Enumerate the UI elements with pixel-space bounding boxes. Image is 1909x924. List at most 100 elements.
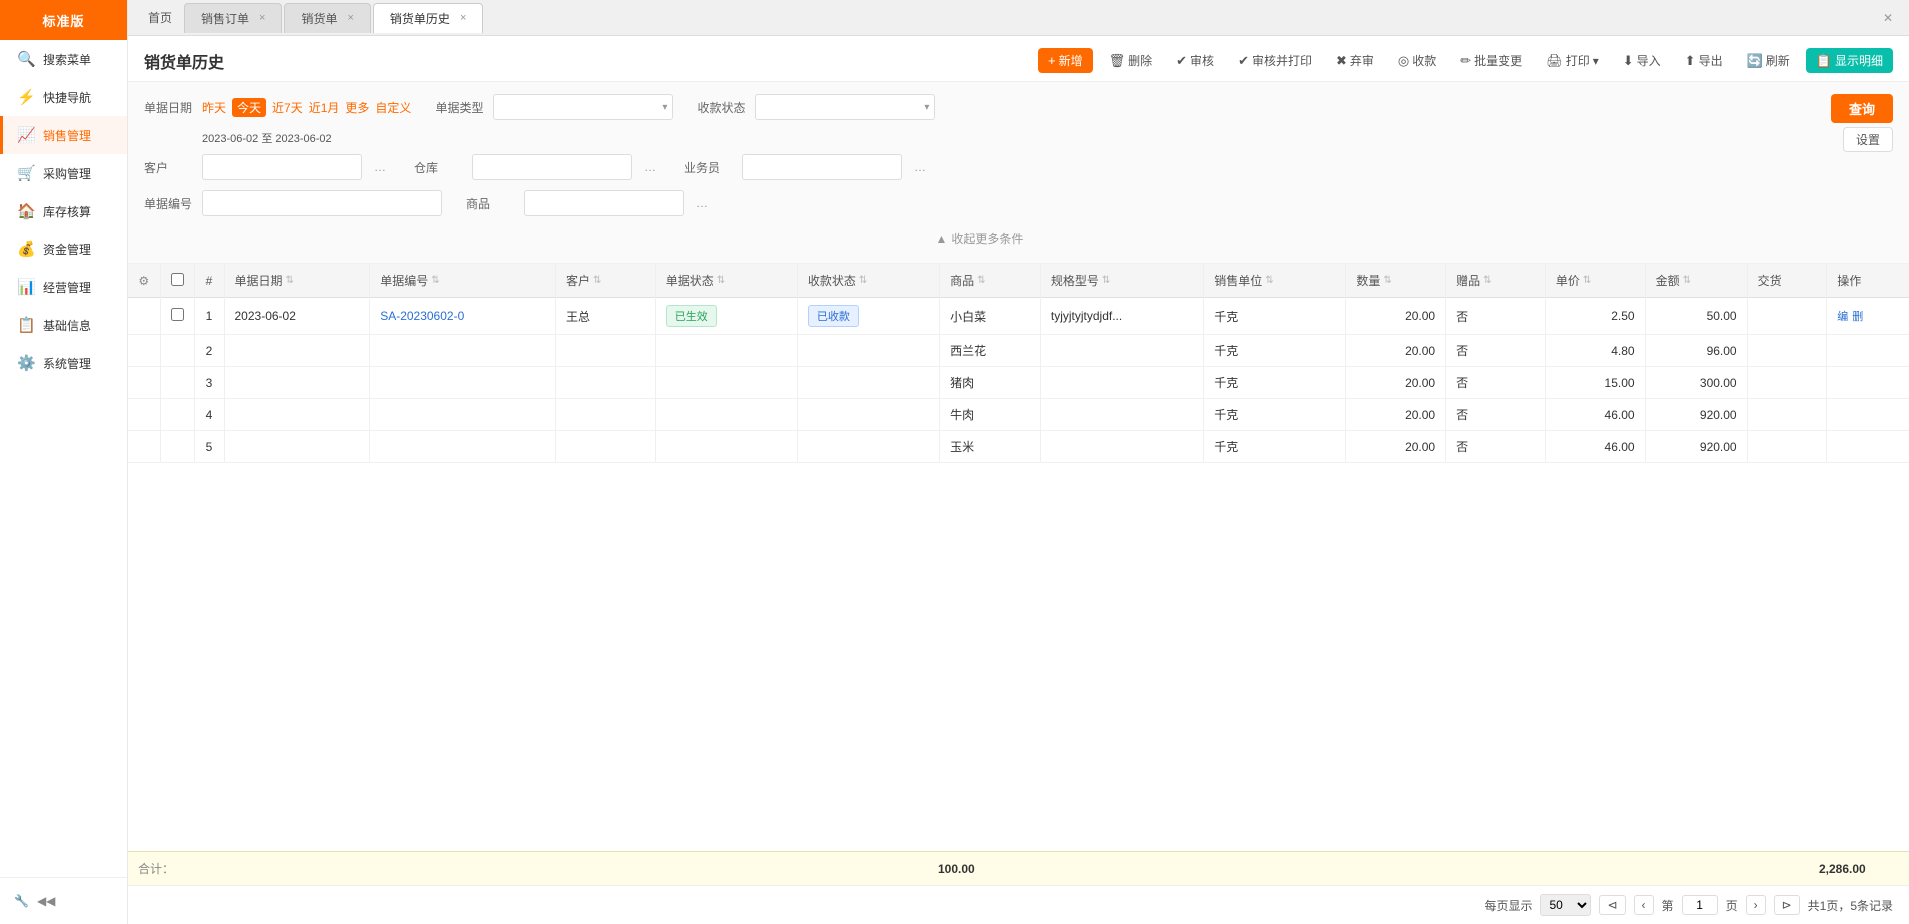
delete-row-btn-0[interactable]: 删 [1852,308,1863,324]
product-filter-input[interactable] [524,190,684,216]
th-date[interactable]: 单据日期⇅ [224,264,370,298]
date-today[interactable]: 今天 [232,98,266,117]
first-page-btn[interactable]: ⊲ [1599,895,1625,915]
audit-btn-label: 审核 [1190,52,1214,69]
th-spec[interactable]: 规格型号⇅ [1040,264,1203,298]
td-doc-no-4 [370,431,556,463]
tab-sales-order[interactable]: 销售订单 × [184,3,282,33]
tab-sales-delivery-close[interactable]: × [347,12,353,24]
sidebar-item-purchase-mgmt[interactable]: 🛒 采购管理 [0,154,127,192]
sidebar-item-sys-mgmt[interactable]: ⚙️ 系统管理 [0,344,127,382]
purchase-mgmt-icon: 🛒 [17,164,35,182]
tab-home[interactable]: 首页 [136,3,184,33]
th-price[interactable]: 单价⇅ [1545,264,1645,298]
page-number-input[interactable] [1682,895,1718,915]
sidebar-item-inventory[interactable]: 🏠 库存核算 [0,192,127,230]
refresh-btn[interactable]: 🔄 刷新 [1739,48,1798,73]
settings-filter-btn[interactable]: 设置 [1843,127,1893,152]
sidebar-bottom-settings[interactable]: 🔧 ◀◀ [0,886,127,916]
sidebar-item-operations[interactable]: 📊 经营管理 [0,268,127,306]
th-customer-label: 客户 [566,272,590,289]
export-btn[interactable]: ⬆ 导出 [1677,48,1731,73]
tab-sales-delivery[interactable]: 销货单 × [284,3,370,33]
salesman-input[interactable] [742,154,902,180]
td-checkbox-1[interactable] [160,335,194,367]
customer-input[interactable] [202,154,362,180]
sidebar-item-finance[interactable]: 💰 资金管理 [0,230,127,268]
pay-status-label: 收款状态 [697,99,747,116]
receive-btn[interactable]: ◎ 收款 [1390,48,1444,73]
tab-sales-history[interactable]: 销货单历史 × [373,3,483,33]
delete-btn[interactable]: 🗑 删除 [1101,48,1161,73]
customer-ellipsis-btn[interactable]: … [370,158,390,176]
th-unit[interactable]: 销售单位⇅ [1204,264,1346,298]
table-row: 2 西兰花 千克 20.00 否 4.80 96.00 [128,335,1909,367]
td-settings-2 [128,367,160,399]
td-checkbox-0[interactable] [160,298,194,335]
th-doc-status[interactable]: 单据状态⇅ [655,264,797,298]
td-gift-3: 否 [1446,399,1546,431]
new-btn[interactable]: + 新增 [1038,48,1093,73]
show-detail-btn[interactable]: 📋 显示明细 [1806,48,1893,73]
page-size-select[interactable]: 50 100 200 [1540,894,1591,916]
td-spec-4 [1040,431,1203,463]
table-settings-icon[interactable]: ⚙ [138,274,149,288]
abandon-btn[interactable]: ✖ 弃审 [1328,48,1382,73]
date-7days[interactable]: 近7天 [272,99,303,116]
prev-page-btn[interactable]: ‹ [1634,895,1654,915]
audit-print-btn[interactable]: ✔ 审核并打印 [1230,48,1320,73]
th-product-label: 商品 [950,272,974,289]
salesman-ellipsis-btn[interactable]: … [910,158,930,176]
next-page-btn[interactable]: › [1746,895,1766,915]
td-checkbox-2[interactable] [160,367,194,399]
collapse-btn[interactable]: ▲ 收起更多条件 [144,226,1815,251]
th-settings[interactable]: ⚙ [128,264,160,298]
date-custom[interactable]: 自定义 [375,99,411,116]
date-yesterday[interactable]: 昨天 [202,99,226,116]
sidebar-item-search-menu[interactable]: 🔍 搜索菜单 [0,40,127,78]
select-all-checkbox[interactable] [171,273,184,286]
th-num: # [194,264,224,298]
td-qty-3: 20.00 [1346,399,1446,431]
warehouse-input[interactable] [472,154,632,180]
th-gift[interactable]: 赠品⇅ [1446,264,1546,298]
close-all-button[interactable]: ✕ [1875,7,1901,29]
th-customer[interactable]: 客户⇅ [555,264,655,298]
sidebar-item-quick-nav[interactable]: ⚡ 快捷导航 [0,78,127,116]
edit-btn-0[interactable]: 编 [1837,308,1848,324]
date-1month[interactable]: 近1月 [309,99,340,116]
th-doc-no[interactable]: 单据编号⇅ [370,264,556,298]
td-gift-2: 否 [1446,367,1546,399]
doc-no-input[interactable] [202,190,442,216]
th-checkbox[interactable] [160,264,194,298]
audit-btn[interactable]: ✔ 审核 [1168,48,1222,73]
refresh-icon: 🔄 [1747,53,1763,69]
date-range-text: 2023-06-02 至 2023-06-02 [202,133,332,145]
th-gift-label: 赠品 [1456,272,1480,289]
th-amount[interactable]: 金额⇅ [1645,264,1747,298]
query-btn[interactable]: 查询 [1831,94,1893,123]
sidebar-item-purchase-mgmt-label: 采购管理 [43,165,91,182]
tab-sales-order-close[interactable]: × [259,12,265,24]
import-btn[interactable]: ⬇ 导入 [1615,48,1669,73]
last-page-btn[interactable]: ⊳ [1774,895,1800,915]
date-more[interactable]: 更多 [345,99,369,116]
tab-sales-history-close[interactable]: × [460,12,466,24]
th-qty[interactable]: 数量⇅ [1346,264,1446,298]
pay-status-select[interactable] [755,94,935,120]
td-price-0: 2.50 [1545,298,1645,335]
batch-change-btn[interactable]: ✏ 批量变更 [1452,48,1530,73]
print-btn[interactable]: 🖨 打印 ▾ [1538,48,1607,73]
th-pay-status[interactable]: 收款状态⇅ [797,264,939,298]
row-checkbox-0[interactable] [171,308,184,321]
td-spec-2 [1040,367,1203,399]
td-checkbox-4[interactable] [160,431,194,463]
sidebar-item-sales-mgmt[interactable]: 📈 销售管理 [0,116,127,154]
audit-icon: ✔ [1176,53,1187,69]
sidebar-item-base-info[interactable]: 📋 基础信息 [0,306,127,344]
th-product[interactable]: 商品⇅ [940,264,1041,298]
product-ellipsis-btn[interactable]: … [692,194,712,212]
doc-type-select[interactable] [493,94,673,120]
td-checkbox-3[interactable] [160,399,194,431]
warehouse-ellipsis-btn[interactable]: … [640,158,660,176]
